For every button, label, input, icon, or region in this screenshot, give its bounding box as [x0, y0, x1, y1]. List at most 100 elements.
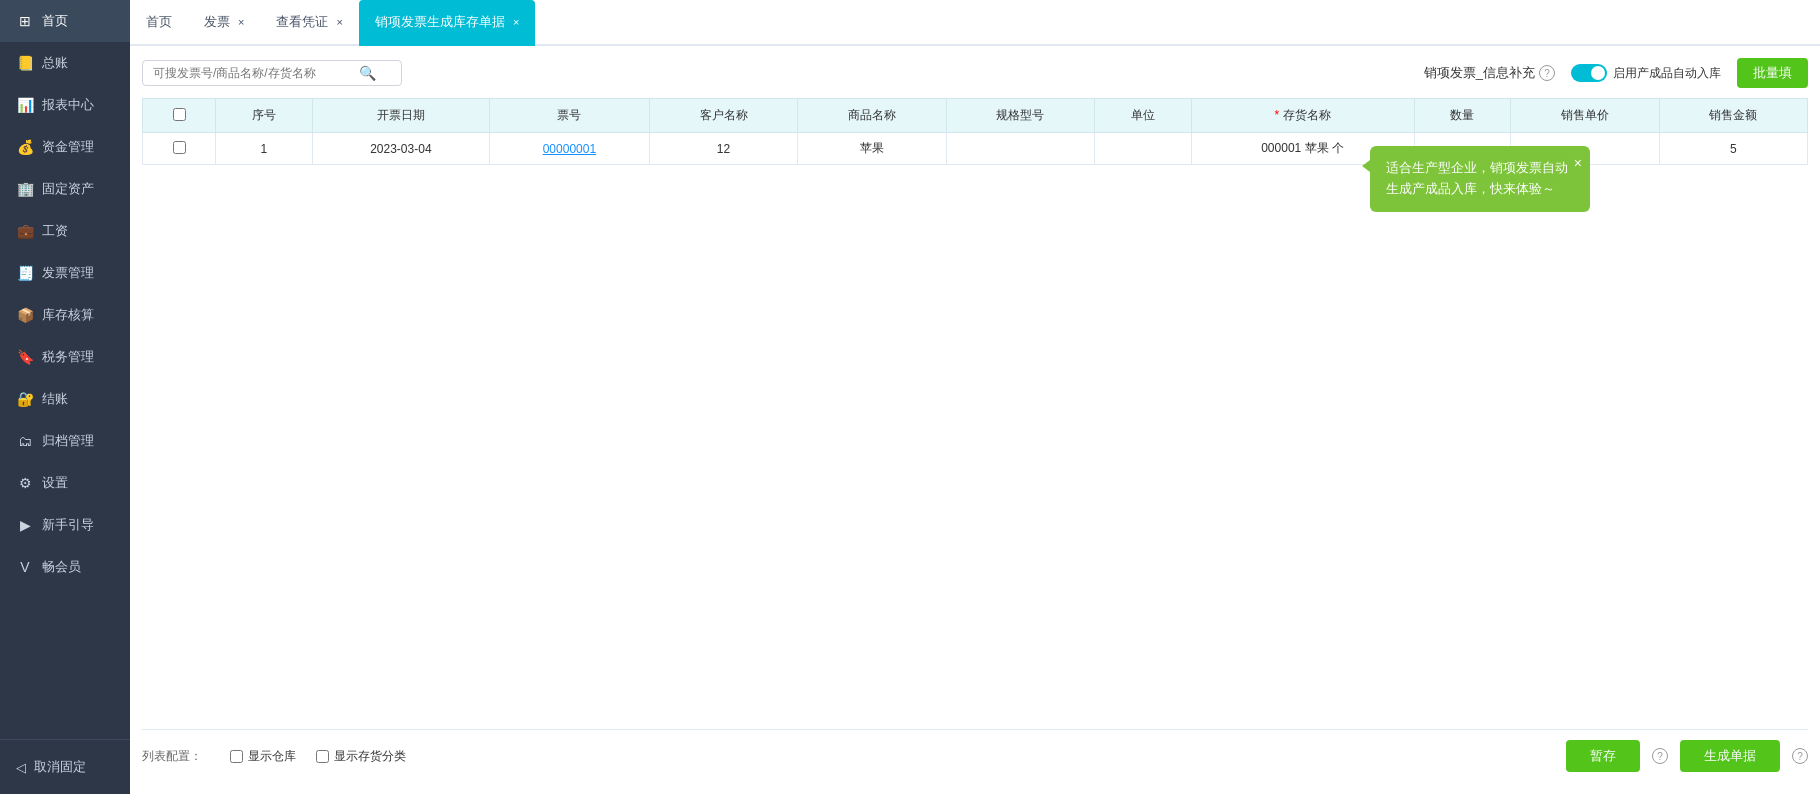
table-header-row: 序号 开票日期 票号 客户名称 商品名称 规格型号 单位 * 存货名称 数量 销…	[143, 99, 1808, 133]
select-all-checkbox[interactable]	[173, 108, 186, 121]
search-input[interactable]	[153, 66, 353, 80]
bottom-actions: 暂存 ? 生成单据 ?	[1566, 740, 1808, 772]
sidebar-label-assets: 固定资产	[42, 180, 94, 198]
save-help-icon[interactable]: ?	[1652, 748, 1668, 764]
show-category-checkbox-label[interactable]: 显示存货分类	[316, 748, 406, 765]
search-box[interactable]: 🔍	[142, 60, 402, 86]
sidebar-item-report[interactable]: 📊 报表中心	[0, 84, 130, 126]
info-label-text: 销项发票_信息补充	[1424, 64, 1535, 82]
sidebar-item-salary[interactable]: 💼 工资	[0, 210, 130, 252]
cell-amount-1: 5	[1659, 133, 1807, 165]
sidebar-label-vip: 畅会员	[42, 558, 81, 576]
capital-icon: 💰	[16, 139, 34, 155]
toggle-knob	[1591, 66, 1605, 80]
col-customer: 客户名称	[649, 99, 797, 133]
sidebar-label-report: 报表中心	[42, 96, 94, 114]
tab-voucher-label: 查看凭证	[276, 13, 328, 31]
bottom-bar: 列表配置： 显示仓库 显示存货分类 暂存 ? 生成单据 ?	[142, 729, 1808, 782]
undo-label: 取消固定	[34, 758, 86, 776]
toolbar-right: 销项发票_信息补充 ? 启用产成品自动入库 批量填	[1424, 58, 1808, 88]
col-date: 开票日期	[312, 99, 489, 133]
main-area: 首页 发票 × 查看凭证 × 销项发票生成库存单据 × 🔍 销项发票_信息补充	[130, 0, 1820, 794]
show-category-checkbox[interactable]	[316, 750, 329, 763]
home-icon: ⊞	[16, 13, 34, 29]
report-icon: 📊	[16, 97, 34, 113]
sidebar-bottom: ◁ 取消固定	[0, 739, 130, 794]
salary-icon: 💼	[16, 223, 34, 239]
sidebar-label-closing: 结账	[42, 390, 68, 408]
tax-icon: 🔖	[16, 349, 34, 365]
vip-icon: V	[16, 559, 34, 575]
sidebar: ⊞ 首页 📒 总账 📊 报表中心 💰 资金管理 🏢 固定资产 💼 工资 🧾 发票…	[0, 0, 130, 794]
batch-fill-button[interactable]: 批量填	[1737, 58, 1808, 88]
col-unit-price: 销售单价	[1511, 99, 1659, 133]
ticket-link-1[interactable]: 00000001	[543, 142, 596, 156]
archive-icon: 🗂	[16, 433, 34, 449]
generate-button[interactable]: 生成单据	[1680, 740, 1780, 772]
col-qty: 数量	[1414, 99, 1511, 133]
show-warehouse-checkbox[interactable]	[230, 750, 243, 763]
cell-date-1: 2023-03-04	[312, 133, 489, 165]
save-button[interactable]: 暂存	[1566, 740, 1640, 772]
show-category-label: 显示存货分类	[334, 748, 406, 765]
cell-unit-1	[1094, 133, 1191, 165]
tab-home[interactable]: 首页	[130, 0, 188, 46]
generate-help-icon[interactable]: ?	[1792, 748, 1808, 764]
sidebar-label-archive: 归档管理	[42, 432, 94, 450]
toggle-switch[interactable]	[1571, 64, 1607, 82]
show-warehouse-label: 显示仓库	[248, 748, 296, 765]
tab-voucher[interactable]: 查看凭证 ×	[260, 0, 358, 46]
sidebar-item-home[interactable]: ⊞ 首页	[0, 0, 130, 42]
tab-invoice[interactable]: 发票 ×	[188, 0, 260, 46]
sidebar-label-salary: 工资	[42, 222, 68, 240]
sidebar-item-archive[interactable]: 🗂 归档管理	[0, 420, 130, 462]
closing-icon: 🔐	[16, 391, 34, 407]
col-seq: 序号	[216, 99, 313, 133]
guide-icon: ▶	[16, 517, 34, 533]
toggle-label: 启用产成品自动入库	[1613, 65, 1721, 82]
show-warehouse-checkbox-label[interactable]: 显示仓库	[230, 748, 296, 765]
sidebar-item-capital[interactable]: 💰 资金管理	[0, 126, 130, 168]
tooltip-close-button[interactable]: ×	[1574, 152, 1582, 174]
col-goods-name: 商品名称	[798, 99, 946, 133]
col-amount: 销售金额	[1659, 99, 1807, 133]
cell-spec-1	[946, 133, 1094, 165]
undo-icon: ◁	[16, 760, 26, 775]
cell-customer-1: 12	[649, 133, 797, 165]
tooltip-popup: × 适合生产型企业，销项发票自动生成产成品入库，快来体验～	[1370, 146, 1590, 212]
content-area: 🔍 销项发票_信息补充 ? 启用产成品自动入库 批量填	[130, 46, 1820, 794]
sidebar-label-home: 首页	[42, 12, 68, 30]
tab-invoice-label: 发票	[204, 13, 230, 31]
sidebar-item-settings[interactable]: ⚙ 设置	[0, 462, 130, 504]
row-checkbox-1[interactable]	[173, 141, 186, 154]
sidebar-label-tax: 税务管理	[42, 348, 94, 366]
settings-icon: ⚙	[16, 475, 34, 491]
tab-home-label: 首页	[146, 13, 172, 31]
assets-icon: 🏢	[16, 181, 34, 197]
sidebar-item-tax[interactable]: 🔖 税务管理	[0, 336, 130, 378]
cell-seq-1: 1	[216, 133, 313, 165]
tab-xiao-dan[interactable]: 销项发票生成库存单据 ×	[359, 0, 535, 46]
cell-ticket-no-1[interactable]: 00000001	[489, 133, 649, 165]
col-spec: 规格型号	[946, 99, 1094, 133]
tab-voucher-close[interactable]: ×	[336, 16, 342, 28]
sidebar-item-assets[interactable]: 🏢 固定资产	[0, 168, 130, 210]
sidebar-item-inventory[interactable]: 📦 库存核算	[0, 294, 130, 336]
sidebar-item-ledger[interactable]: 📒 总账	[0, 42, 130, 84]
list-config-label: 列表配置：	[142, 748, 202, 765]
sidebar-label-capital: 资金管理	[42, 138, 94, 156]
info-icon[interactable]: ?	[1539, 65, 1555, 81]
sidebar-item-closing[interactable]: 🔐 结账	[0, 378, 130, 420]
sidebar-label-invoice-mgr: 发票管理	[42, 264, 94, 282]
toggle-wrapper: 启用产成品自动入库	[1571, 64, 1721, 82]
toolbar-row: 🔍 销项发票_信息补充 ? 启用产成品自动入库 批量填	[142, 58, 1808, 88]
tab-xiao-dan-close[interactable]: ×	[513, 16, 519, 28]
sidebar-item-vip[interactable]: V 畅会员	[0, 546, 130, 588]
sidebar-item-guide[interactable]: ▶ 新手引导	[0, 504, 130, 546]
sidebar-item-invoice-mgr[interactable]: 🧾 发票管理	[0, 252, 130, 294]
col-unit: 单位	[1094, 99, 1191, 133]
undo-fixed-button[interactable]: ◁ 取消固定	[0, 748, 130, 786]
tooltip-text: 适合生产型企业，销项发票自动生成产成品入库，快来体验～	[1386, 160, 1568, 196]
tab-invoice-close[interactable]: ×	[238, 16, 244, 28]
sidebar-label-inventory: 库存核算	[42, 306, 94, 324]
